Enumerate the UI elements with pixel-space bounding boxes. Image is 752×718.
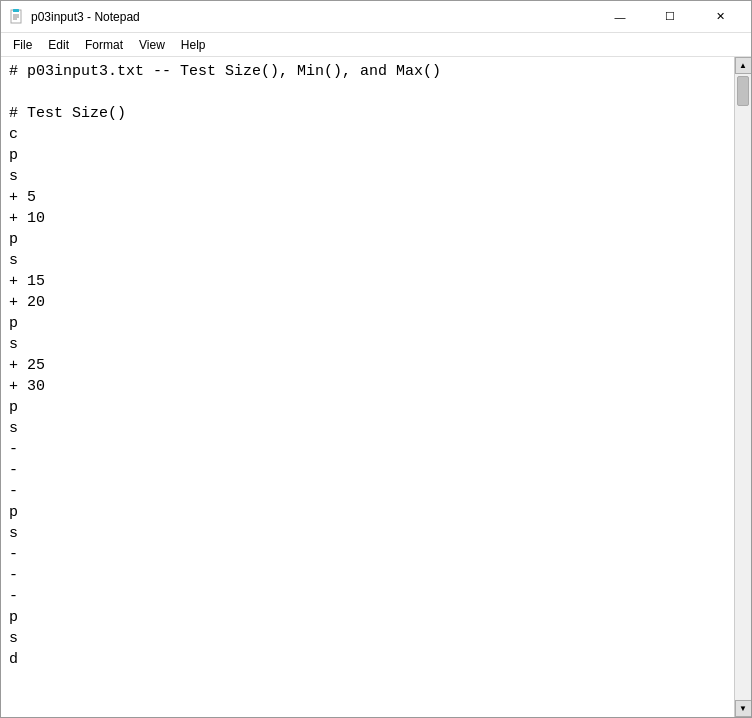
menu-bar: File Edit Format View Help (1, 33, 751, 57)
text-editor[interactable]: # p03input3.txt -- Test Size(), Min(), a… (1, 57, 734, 717)
menu-edit[interactable]: Edit (40, 33, 77, 56)
svg-rect-1 (13, 9, 19, 12)
window-title: p03input3 - Notepad (31, 10, 140, 24)
scroll-thumb[interactable] (737, 76, 749, 106)
scroll-track[interactable] (735, 74, 751, 700)
vertical-scrollbar[interactable]: ▲ ▼ (734, 57, 751, 717)
menu-file[interactable]: File (5, 33, 40, 56)
title-bar: p03input3 - Notepad — ☐ ✕ (1, 1, 751, 33)
menu-format[interactable]: Format (77, 33, 131, 56)
maximize-button[interactable]: ☐ (647, 1, 693, 33)
close-button[interactable]: ✕ (697, 1, 743, 33)
scroll-down-button[interactable]: ▼ (735, 700, 752, 717)
title-bar-controls: — ☐ ✕ (597, 1, 743, 33)
notepad-icon (9, 9, 25, 25)
editor-area: # p03input3.txt -- Test Size(), Min(), a… (1, 57, 751, 717)
scroll-up-button[interactable]: ▲ (735, 57, 752, 74)
minimize-button[interactable]: — (597, 1, 643, 33)
menu-help[interactable]: Help (173, 33, 214, 56)
menu-view[interactable]: View (131, 33, 173, 56)
title-bar-left: p03input3 - Notepad (9, 9, 140, 25)
main-window: p03input3 - Notepad — ☐ ✕ File Edit Form… (0, 0, 752, 718)
